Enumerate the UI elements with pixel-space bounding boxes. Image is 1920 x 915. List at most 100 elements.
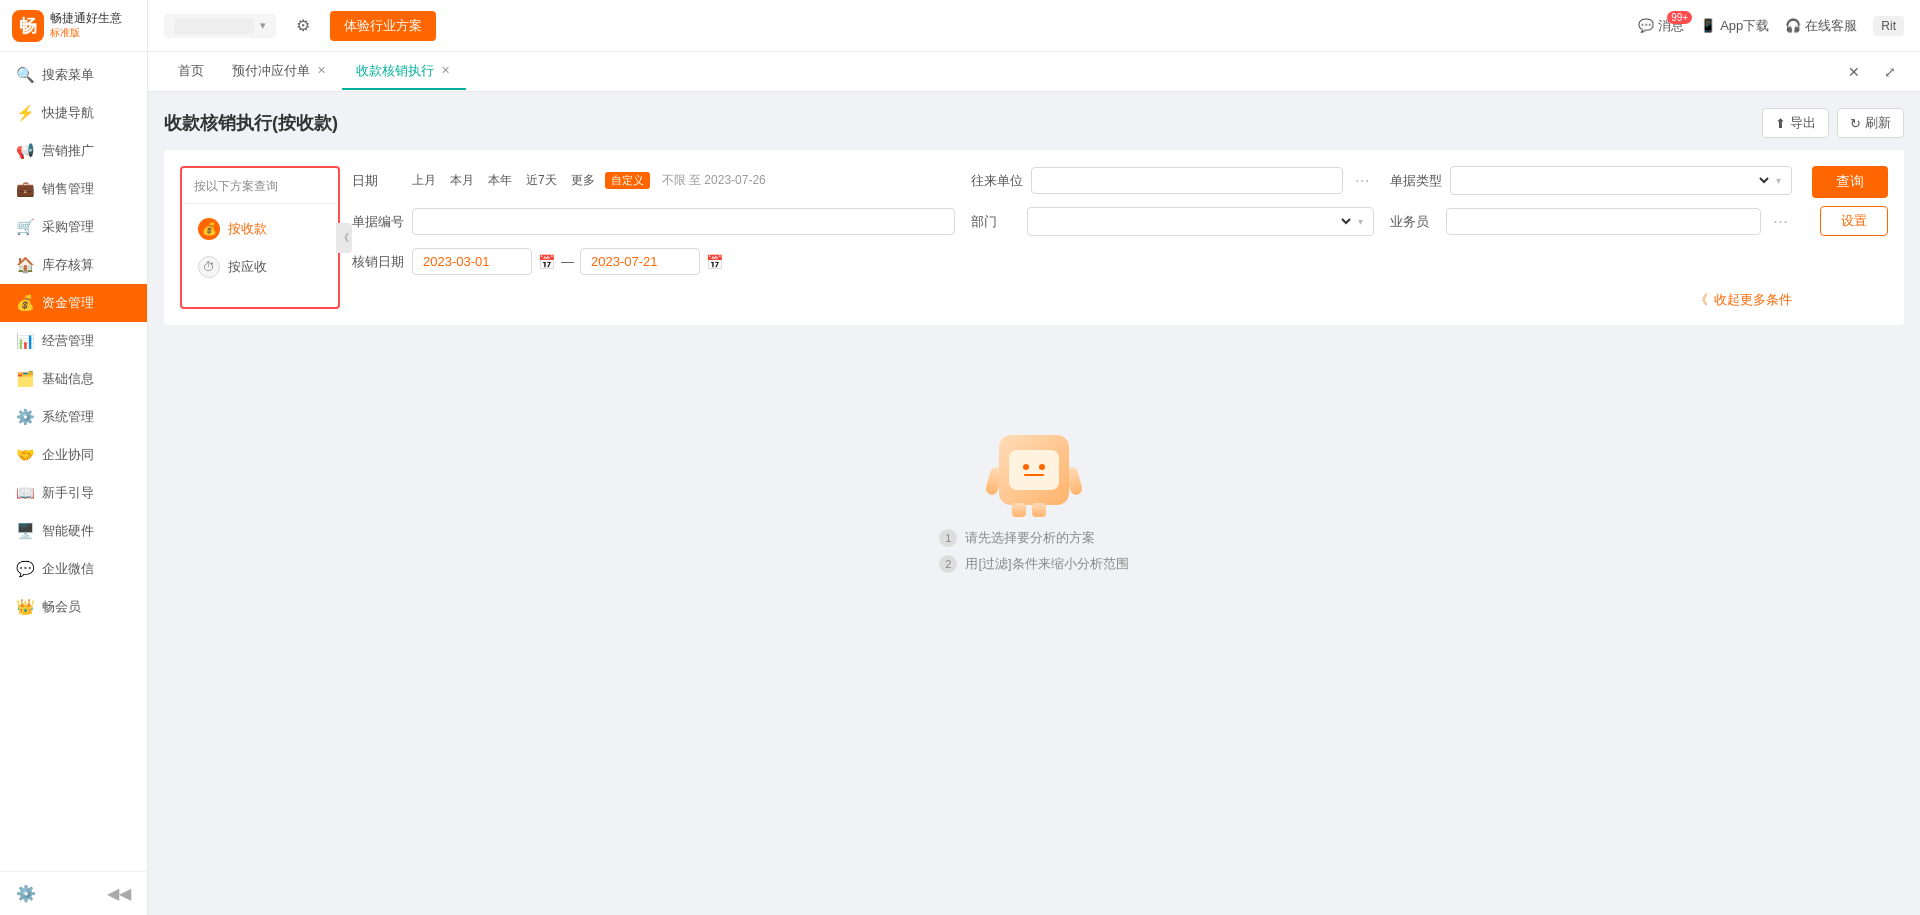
sidebar-item-wechat[interactable]: 💬 企业微信: [0, 550, 147, 588]
headset-icon: 🎧: [1785, 18, 1801, 33]
robot-body: [999, 435, 1069, 505]
counterparty-input[interactable]: [1031, 167, 1342, 194]
shortcut-last-month[interactable]: 上月: [408, 170, 440, 191]
search-icon: 🔍: [16, 66, 34, 84]
calendar-start-icon[interactable]: 📅: [538, 254, 555, 270]
counterparty-label: 往来单位: [971, 172, 1023, 190]
doc-type-select-control[interactable]: [1461, 172, 1772, 189]
doc-type-chevron-icon: ▾: [1776, 175, 1781, 186]
tabbar-right: ✕ ⤢: [1840, 58, 1904, 86]
collapse-icon: 《: [1695, 291, 1708, 309]
main-area: ▾ ⚙ 体验行业方案 💬 消息 99+ 📱 App下载 🎧 在线客服 Rit: [148, 0, 1920, 915]
sidebar-item-sales[interactable]: 💼 销售管理: [0, 170, 147, 208]
refresh-icon: ↻: [1850, 116, 1861, 131]
sidebar-item-guide[interactable]: 📖 新手引导: [0, 474, 147, 512]
sidebar-item-hardware[interactable]: 🖥️ 智能硬件: [0, 512, 147, 550]
message-badge: 99+: [1667, 11, 1692, 24]
gear-bottom-icon[interactable]: ⚙️: [16, 884, 36, 903]
tab-prepay-close-icon[interactable]: ✕: [314, 64, 328, 78]
shortcut-this-year[interactable]: 本年: [484, 170, 516, 191]
industry-solution-button[interactable]: 体验行业方案: [330, 11, 436, 41]
doc-no-field: 单据编号: [352, 208, 955, 235]
sidebar-item-basic-info[interactable]: 🗂️ 基础信息: [0, 360, 147, 398]
filter-option-by-receivable[interactable]: ⏱ 按应收: [182, 248, 338, 286]
sidebar-item-purchase[interactable]: 🛒 采购管理: [0, 208, 147, 246]
book-icon: 📖: [16, 484, 34, 502]
chart-icon: 📊: [16, 332, 34, 350]
sidebar-item-system[interactable]: ⚙️ 系统管理: [0, 398, 147, 436]
collapse-filter-sidebar-button[interactable]: 《: [336, 223, 352, 253]
doc-no-input[interactable]: [412, 208, 955, 235]
tabbar: 首页 预付冲应付单 ✕ 收款核销执行 ✕ ✕ ⤢: [148, 52, 1920, 92]
shortcut-7days[interactable]: 近7天: [522, 170, 561, 191]
refresh-button[interactable]: ↻ 刷新: [1837, 108, 1904, 138]
date-field: 日期 上月 本月 本年 近7天 更多 自定义 不限 至: [352, 170, 955, 191]
app-download-button[interactable]: 📱 App下载: [1700, 17, 1769, 35]
sidebar-item-member[interactable]: 👑 畅会员: [0, 588, 147, 626]
brand-chevron-icon: ▾: [260, 19, 266, 32]
date-label: 日期: [352, 172, 400, 190]
settings-topbar-button[interactable]: ⚙: [288, 11, 318, 41]
salesperson-more-icon[interactable]: ···: [1769, 211, 1792, 232]
app-logo: 畅 畅捷通好生意 标准版: [0, 0, 147, 52]
sidebar-item-finance[interactable]: 💰 资金管理: [0, 284, 147, 322]
message-icon: 💬: [1638, 18, 1654, 33]
receipt-icon: 💰: [198, 218, 220, 240]
verify-date-start-input[interactable]: [412, 248, 532, 275]
online-service-button[interactable]: 🎧 在线客服: [1785, 17, 1857, 35]
user-info[interactable]: Rit: [1873, 16, 1904, 36]
receivable-icon: ⏱: [198, 256, 220, 278]
export-button[interactable]: ⬆ 导出: [1762, 108, 1829, 138]
dept-select[interactable]: ▾: [1027, 207, 1373, 236]
tip-num-1: 1: [939, 529, 957, 547]
doc-type-select[interactable]: ▾: [1450, 166, 1792, 195]
logo-icon: 畅: [12, 10, 44, 42]
brand-selector[interactable]: ▾: [164, 14, 276, 38]
house-icon: 🏠: [16, 256, 34, 274]
tip-num-2: 2: [939, 555, 957, 573]
filter-option-by-receipt[interactable]: 💰 按收款: [182, 210, 338, 248]
tab-home[interactable]: 首页: [164, 54, 218, 90]
robot-face: [1009, 450, 1059, 490]
shortcut-more[interactable]: 更多: [567, 170, 599, 191]
maximize-button[interactable]: ⤢: [1876, 58, 1904, 86]
collapse-sidebar-icon[interactable]: ◀◀: [107, 884, 131, 903]
sidebar-item-search[interactable]: 🔍 搜索菜单: [0, 56, 147, 94]
sidebar-item-marketing[interactable]: 📢 营销推广: [0, 132, 147, 170]
verify-date-range: 📅 — 📅: [412, 248, 962, 275]
sidebar-item-operations[interactable]: 📊 经营管理: [0, 322, 147, 360]
verify-date-end-input[interactable]: [580, 248, 700, 275]
custom-badge[interactable]: 自定义: [605, 172, 650, 189]
sidebar-item-inventory[interactable]: 🏠 库存核算: [0, 246, 147, 284]
dept-chevron-icon: ▾: [1358, 216, 1363, 227]
empty-state: 1 请先选择要分析的方案 2 用[过滤]条件来缩小分析范围: [164, 325, 1904, 653]
handshake-icon: 🤝: [16, 446, 34, 464]
crown-icon: 👑: [16, 598, 34, 616]
filter-form-actions: 查询 设置: [1812, 166, 1888, 309]
calendar-end-icon[interactable]: 📅: [706, 254, 723, 270]
tab-prepay[interactable]: 预付冲应付单 ✕: [218, 54, 342, 90]
dept-select-control[interactable]: [1038, 213, 1353, 230]
sidebar-item-shortcut[interactable]: ⚡ 快捷导航: [0, 94, 147, 132]
robot-mouth: [1024, 474, 1044, 476]
mobile-icon: 📱: [1700, 18, 1716, 33]
message-button[interactable]: 💬 消息 99+: [1638, 17, 1684, 35]
sidebar-item-collab[interactable]: 🤝 企业协同: [0, 436, 147, 474]
collapse-conditions-button[interactable]: 《 收起更多条件: [352, 287, 1792, 309]
tab-receipt-verify[interactable]: 收款核销执行 ✕: [342, 54, 466, 90]
shortcut-this-month[interactable]: 本月: [446, 170, 478, 191]
robot-eyes: [1023, 464, 1045, 470]
column-settings-button[interactable]: 设置: [1820, 206, 1888, 236]
close-tab-button[interactable]: ✕: [1840, 58, 1868, 86]
salesperson-field: 业务员 ···: [1390, 208, 1792, 235]
empty-tip-1: 1 请先选择要分析的方案: [939, 529, 1128, 547]
robot-eye-left: [1023, 464, 1029, 470]
date-separator: —: [561, 254, 574, 269]
filter-row-2: 单据编号 部门 ▾: [352, 207, 1792, 236]
lightning-icon: ⚡: [16, 104, 34, 122]
counterparty-more-icon[interactable]: ···: [1351, 170, 1374, 191]
filter-sidebar: 按以下方案查询 💰 按收款 ⏱ 按应收 《: [180, 166, 340, 309]
query-button[interactable]: 查询: [1812, 166, 1888, 198]
salesperson-input[interactable]: [1446, 208, 1761, 235]
tab-receipt-verify-close-icon[interactable]: ✕: [438, 64, 452, 78]
